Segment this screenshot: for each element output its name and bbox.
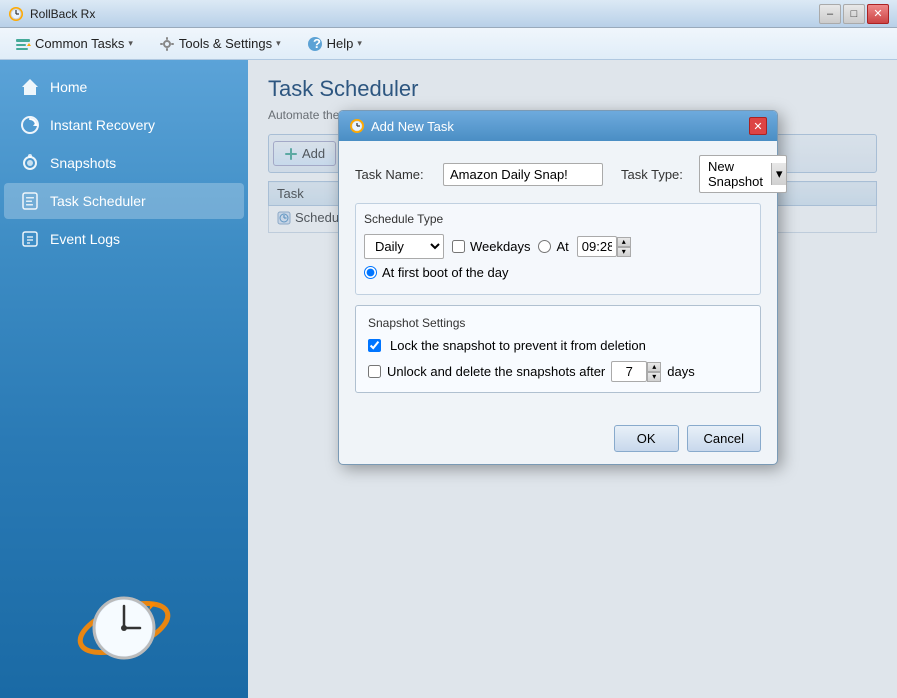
unlock-delete-checkbox[interactable]	[368, 365, 381, 378]
main-layout: Home Instant Recovery Snapshots	[0, 60, 897, 698]
time-up-button[interactable]: ▴	[617, 237, 631, 247]
menu-tools-settings[interactable]: Tools & Settings ▾	[148, 31, 292, 57]
dialog-title-text: Add New Task	[349, 118, 454, 134]
menu-common-tasks-label: Common Tasks	[35, 36, 124, 51]
title-bar: RollBack Rx – □ ✕	[0, 0, 897, 28]
menu-common-tasks-arrow: ▾	[128, 38, 133, 49]
time-spinbox-buttons: ▴ ▾	[617, 237, 631, 257]
schedule-type-select[interactable]: Daily Weekly Monthly Once	[364, 234, 444, 259]
help-icon: ?	[307, 36, 323, 52]
task-name-input[interactable]	[443, 163, 603, 186]
weekdays-label: Weekdays	[470, 239, 530, 254]
snapshots-icon	[20, 153, 40, 173]
at-first-boot-row: At first boot of the day	[364, 265, 752, 280]
days-spinbox: ▴ ▾	[611, 361, 661, 382]
menu-tools-arrow: ▾	[276, 38, 281, 49]
days-input[interactable]	[611, 361, 647, 382]
app-title: RollBack Rx	[30, 7, 95, 21]
task-name-row: Task Name: Task Type: New Snapshot ▾	[355, 155, 761, 193]
menu-bar: Common Tasks ▾ Tools & Settings ▾ ? Help…	[0, 28, 897, 60]
sidebar-home-label: Home	[50, 79, 87, 95]
at-first-boot-radio[interactable]	[364, 266, 377, 279]
task-icon	[20, 191, 40, 211]
window-controls: – □ ✕	[819, 4, 889, 24]
schedule-type-label: Schedule Type	[364, 212, 752, 226]
at-radio[interactable]	[538, 240, 551, 253]
schedule-section: Schedule Type Daily Weekly Monthly Once	[355, 203, 761, 295]
unlock-delete-text: Unlock and delete the snapshots after	[387, 364, 605, 379]
sidebar-item-instant-recovery[interactable]: Instant Recovery	[4, 107, 244, 143]
lock-snapshot-label[interactable]: Lock the snapshot to prevent it from del…	[368, 338, 748, 353]
home-icon	[20, 77, 40, 97]
at-label: At	[556, 239, 568, 254]
svg-text:?: ?	[313, 36, 321, 51]
time-input[interactable]	[577, 236, 617, 257]
dialog-overlay: Add New Task ✕ Task Name: Task Type: New	[248, 60, 897, 698]
content-inner: Task Scheduler Automate the process of t…	[248, 60, 897, 698]
app-logo	[0, 578, 248, 698]
sidebar-snapshots-label: Snapshots	[50, 155, 116, 171]
weekdays-checkbox[interactable]	[452, 240, 465, 253]
tools-icon	[159, 36, 175, 52]
eventlogs-icon	[20, 229, 40, 249]
lock-snapshot-text: Lock the snapshot to prevent it from del…	[390, 338, 646, 353]
at-first-boot-label: At first boot of the day	[382, 265, 508, 280]
task-name-label: Task Name:	[355, 167, 435, 182]
task-type-value: New Snapshot	[700, 156, 771, 192]
cancel-button[interactable]: Cancel	[687, 425, 761, 452]
sidebar-item-event-logs[interactable]: Event Logs	[4, 221, 244, 257]
time-spinbox: ▴ ▾	[577, 236, 631, 257]
dialog-title-icon	[349, 118, 365, 134]
weekdays-checkbox-label[interactable]: Weekdays	[452, 239, 530, 254]
at-radio-label[interactable]: At	[538, 239, 568, 254]
maximize-button[interactable]: □	[843, 4, 865, 24]
lock-snapshot-checkbox[interactable]	[368, 339, 381, 352]
dialog-title-bar: Add New Task ✕	[339, 111, 777, 141]
ok-button[interactable]: OK	[614, 425, 679, 452]
sidebar-item-task-scheduler[interactable]: Task Scheduler	[4, 183, 244, 219]
dialog-body: Task Name: Task Type: New Snapshot ▾ Sch…	[339, 141, 777, 417]
days-up-button[interactable]: ▴	[647, 362, 661, 372]
time-down-button[interactable]: ▾	[617, 247, 631, 257]
add-new-task-dialog: Add New Task ✕ Task Name: Task Type: New	[338, 110, 778, 465]
logo-svg	[74, 578, 174, 678]
menu-help-arrow: ▾	[357, 38, 362, 49]
tasks-icon	[15, 36, 31, 52]
content-area: Task Scheduler Automate the process of t…	[248, 60, 897, 698]
menu-tools-settings-label: Tools & Settings	[179, 36, 272, 51]
dialog-title-label: Add New Task	[371, 119, 454, 134]
task-type-label: Task Type:	[621, 167, 691, 182]
sidebar-event-logs-label: Event Logs	[50, 231, 120, 247]
recovery-icon	[20, 115, 40, 135]
menu-help[interactable]: ? Help ▾	[296, 31, 373, 57]
dialog-close-button[interactable]: ✕	[749, 117, 767, 135]
minimize-button[interactable]: –	[819, 4, 841, 24]
task-type-dropdown-btn[interactable]: ▾	[771, 163, 787, 185]
menu-help-label: Help	[327, 36, 354, 51]
days-label: days	[667, 364, 694, 379]
sidebar-item-snapshots[interactable]: Snapshots	[4, 145, 244, 181]
sidebar: Home Instant Recovery Snapshots	[0, 60, 248, 698]
dialog-footer: OK Cancel	[339, 417, 777, 464]
snapshot-settings-label: Snapshot Settings	[368, 316, 748, 330]
sidebar-task-scheduler-label: Task Scheduler	[50, 193, 146, 209]
snapshot-settings-section: Snapshot Settings Lock the snapshot to p…	[355, 305, 761, 393]
unlock-delete-row: Unlock and delete the snapshots after ▴ …	[368, 361, 748, 382]
at-first-boot-radio-label[interactable]: At first boot of the day	[364, 265, 508, 280]
sidebar-item-home[interactable]: Home	[4, 69, 244, 105]
days-spinbox-buttons: ▴ ▾	[647, 362, 661, 382]
sidebar-instant-recovery-label: Instant Recovery	[50, 117, 155, 133]
close-button[interactable]: ✕	[867, 4, 889, 24]
menu-common-tasks[interactable]: Common Tasks ▾	[4, 31, 144, 57]
days-down-button[interactable]: ▾	[647, 372, 661, 382]
schedule-row: Daily Weekly Monthly Once Weekdays	[364, 234, 752, 259]
app-icon	[8, 6, 24, 22]
